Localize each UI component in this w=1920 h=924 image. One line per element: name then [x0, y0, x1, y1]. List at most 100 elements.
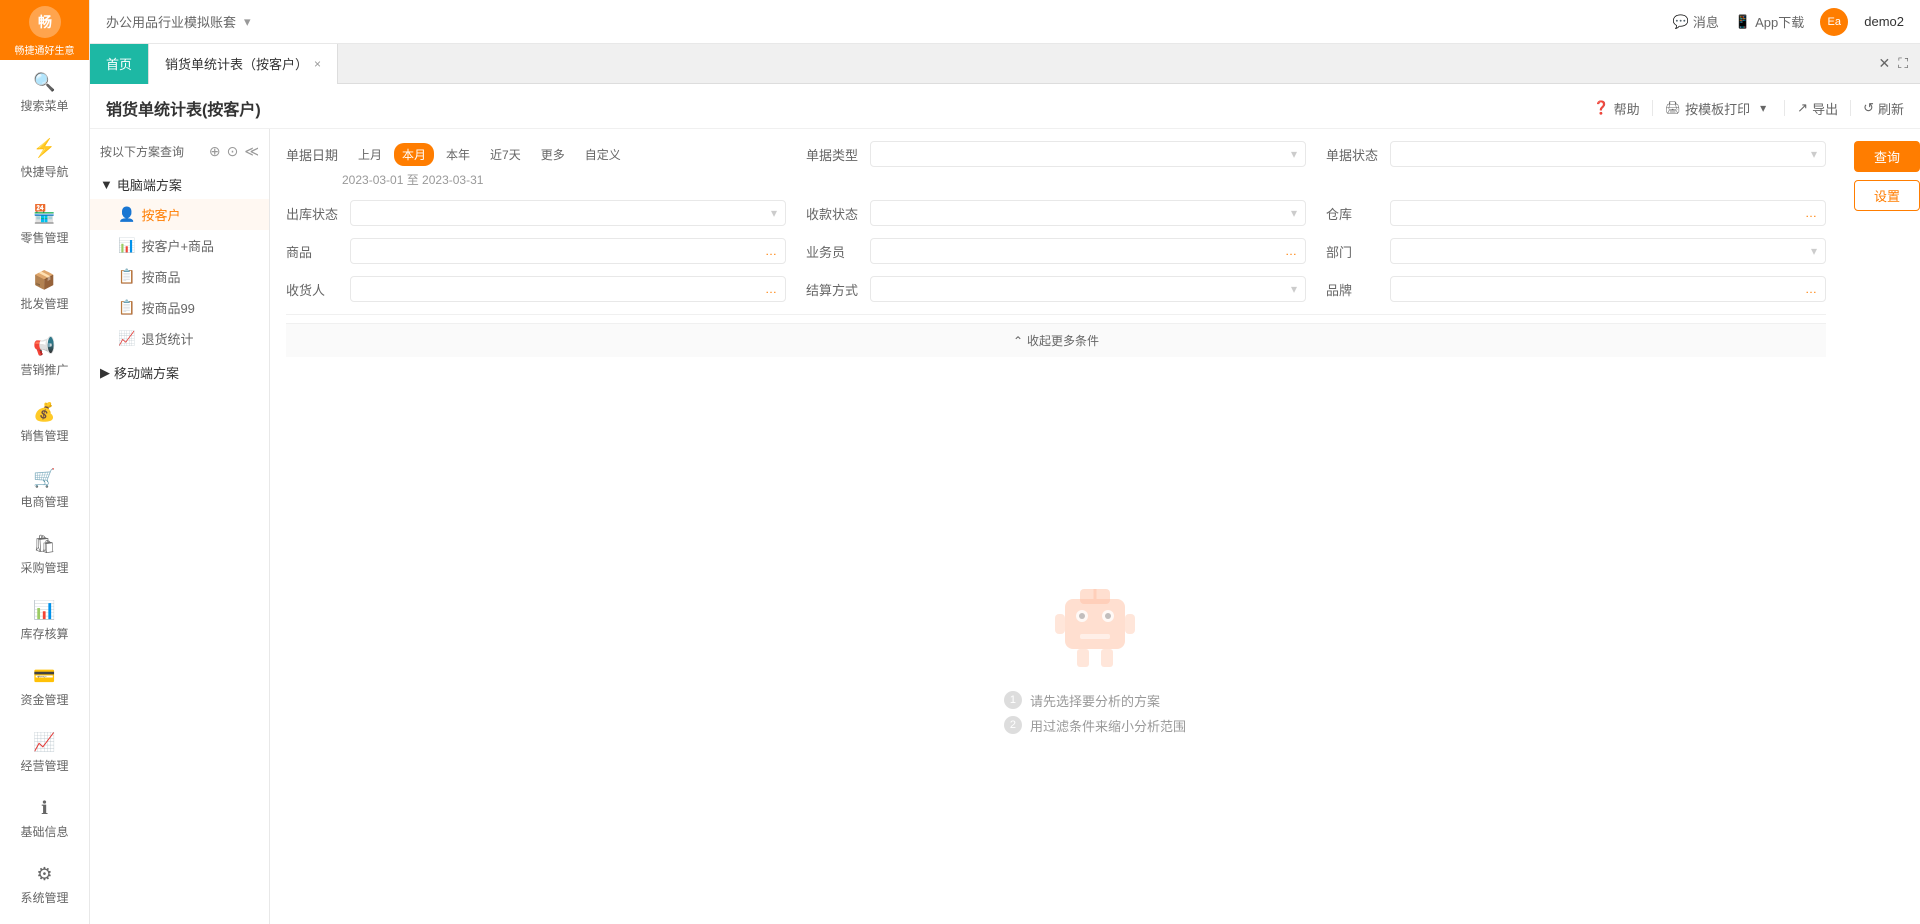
- scheme-group-desktop-label: 电脑端方案: [117, 175, 182, 194]
- goods-control[interactable]: …: [350, 238, 786, 264]
- payment-control[interactable]: ▾: [870, 276, 1306, 302]
- sidebar-item-3[interactable]: 📦 批发管理: [20, 258, 68, 324]
- sidebar-item-8[interactable]: 📊库存核算: [20, 588, 68, 654]
- sidebar-item-icon-11: ℹ: [41, 798, 48, 819]
- salesperson-control[interactable]: …: [870, 238, 1306, 264]
- tip-text-2: 用过滤条件来缩小分析范围: [1030, 716, 1186, 735]
- department-control[interactable]: ▾: [1390, 238, 1826, 264]
- window-close-icon[interactable]: ✕: [1878, 55, 1890, 72]
- tab-active[interactable]: 销货单统计表（按客户） ×: [149, 44, 338, 84]
- last-month-btn[interactable]: 上月: [350, 143, 390, 166]
- empty-robot-icon: [1035, 559, 1155, 679]
- filter-item-warehouse: 仓库 …: [1326, 200, 1826, 226]
- sidebar-item-7[interactable]: 🛍采购管理: [20, 522, 68, 588]
- date-label: 单据日期: [286, 145, 342, 164]
- window-maximize-icon[interactable]: ⛶: [1898, 55, 1908, 72]
- order-type-control[interactable]: ▾: [870, 141, 1306, 167]
- sidebar-item-label-3: 批发管理: [20, 295, 68, 312]
- sidebar-item-2[interactable]: 🏪 零售管理: [20, 192, 68, 258]
- scheme-item-goods99[interactable]: 📋 按商品99: [90, 292, 269, 323]
- sidebar-item-icon-5: 💰: [33, 402, 55, 423]
- warehouse-control[interactable]: …: [1390, 200, 1826, 226]
- sidebar-item-icon-1: ⚡: [33, 138, 55, 159]
- sidebar-item-icon-6: 🛒: [33, 468, 55, 489]
- avatar[interactable]: Ea: [1820, 8, 1848, 36]
- sidebar-item-5[interactable]: 💰销售管理: [20, 390, 68, 456]
- sidebar-item-icon-12: ⚙: [36, 864, 52, 885]
- filter-item-collection: 收款状态 ▾: [806, 200, 1306, 226]
- tab-home[interactable]: 首页: [90, 44, 149, 84]
- collection-control[interactable]: ▾: [870, 200, 1306, 226]
- scheme-edit-icon[interactable]: ⊙: [227, 143, 239, 160]
- filter-item-goods: 商品 …: [286, 238, 786, 264]
- print-label: 按模板打印: [1685, 99, 1750, 118]
- custom-btn[interactable]: 自定义: [577, 143, 629, 166]
- sidebar-item-12[interactable]: ⚙系统管理: [20, 852, 68, 918]
- out-status-arrow: ▾: [771, 206, 777, 220]
- settings-button[interactable]: 设置: [1854, 180, 1920, 211]
- scheme-item-return[interactable]: 📈 退货统计: [90, 323, 269, 354]
- collapse-bar[interactable]: ⌃ 收起更多条件: [286, 323, 1826, 357]
- sidebar-item-11[interactable]: ℹ 基础信息: [20, 786, 68, 852]
- svg-text:畅: 畅: [38, 14, 52, 30]
- sidebar-item-10[interactable]: 📈经营管理: [20, 720, 68, 786]
- brand-control[interactable]: …: [1390, 276, 1826, 302]
- filter-item-receiver: 收货人 …: [286, 276, 786, 302]
- sidebar-item-4[interactable]: 📢营销推广: [20, 324, 68, 390]
- print-button[interactable]: 🖨 按模板打印 ▾: [1665, 97, 1773, 119]
- message-button[interactable]: 💬 消息: [1673, 12, 1719, 31]
- this-month-btn[interactable]: 本月: [394, 143, 434, 166]
- date-range-text: 2023-03-01 至 2023-03-31: [342, 171, 483, 188]
- filter-container: 单据日期 上月 本月 本年 近7天 更多 自定义: [286, 141, 1826, 315]
- buttons-section: 查询 设置: [1842, 129, 1920, 211]
- scheme-item-goods[interactable]: 📋 按商品: [90, 261, 269, 292]
- salesperson-label: 业务员: [806, 242, 862, 261]
- print-arrow-icon[interactable]: ▾: [1754, 97, 1772, 119]
- filter-item-department: 部门 ▾: [1326, 238, 1826, 264]
- order-status-arrow: ▾: [1811, 147, 1817, 161]
- sidebar-item-1[interactable]: ⚡快捷导航: [20, 126, 68, 192]
- sidebar-item-0[interactable]: 🔍搜索菜单: [20, 60, 68, 126]
- scheme-mobile-expand-icon: ▶: [100, 365, 110, 381]
- scheme-item-customer[interactable]: 👤 按客户: [90, 199, 269, 230]
- this-year-btn[interactable]: 本年: [438, 143, 478, 166]
- scheme-group-desktop-header[interactable]: ▼ 电脑端方案: [90, 170, 269, 199]
- filter-item-date: 单据日期 上月 本月 本年 近7天 更多 自定义: [286, 143, 786, 166]
- last7-btn[interactable]: 近7天: [482, 143, 529, 166]
- scheme-collapse-icon[interactable]: ≪: [244, 143, 259, 160]
- receiver-more: …: [765, 282, 777, 296]
- sidebar-item-label-2: 零售管理: [20, 229, 68, 246]
- scheme-item-customer-goods[interactable]: 📊 按客户+商品: [90, 230, 269, 261]
- app-download-button[interactable]: 📱 App下载: [1735, 12, 1804, 31]
- sidebar-item-6[interactable]: 🛒电商管理: [20, 456, 68, 522]
- help-label: 帮助: [1614, 99, 1640, 118]
- order-status-control[interactable]: ▾: [1390, 141, 1826, 167]
- refresh-button[interactable]: ↺ 刷新: [1863, 99, 1904, 118]
- sidebar-item-icon-2: 🏪: [33, 204, 55, 225]
- collection-label: 收款状态: [806, 204, 862, 223]
- industry-dropdown-icon[interactable]: ▾: [244, 14, 251, 30]
- more-btn[interactable]: 更多: [533, 143, 573, 166]
- sidebar-item-icon-3: 📦: [33, 270, 55, 291]
- content-area: 按以下方案查询 ⊕ ⊙ ≪ ▼ 电脑端方案 👤: [90, 129, 1920, 924]
- receiver-control[interactable]: …: [350, 276, 786, 302]
- sidebar-item-9[interactable]: 💳资金管理: [20, 654, 68, 720]
- filter-and-buttons: 单据日期 上月 本月 本年 近7天 更多 自定义: [270, 129, 1920, 369]
- tab-close-icon[interactable]: ×: [314, 57, 321, 71]
- scheme-group-mobile-header[interactable]: ▶ 移动端方案: [90, 358, 269, 387]
- divider-1: [1652, 100, 1653, 116]
- brand-more: …: [1805, 282, 1817, 296]
- sidebar-item-label-11: 基础信息: [20, 823, 68, 840]
- scheme-add-icon[interactable]: ⊕: [209, 143, 221, 160]
- tip-num-2: 2: [1004, 716, 1022, 734]
- help-button[interactable]: ❓ 帮助: [1593, 99, 1639, 118]
- export-icon: ↗: [1797, 100, 1808, 116]
- username-label: demo2: [1864, 14, 1904, 29]
- sidebar-item-13[interactable]: 🤝企业协同: [20, 918, 68, 924]
- query-button[interactable]: 查询: [1854, 141, 1920, 172]
- export-label: 导出: [1812, 99, 1838, 118]
- out-status-control[interactable]: ▾: [350, 200, 786, 226]
- export-button[interactable]: ↗ 导出: [1797, 99, 1838, 118]
- page-inner: 销货单统计表(按客户) ❓ 帮助 🖨 按模板打印 ▾ ↗: [90, 84, 1920, 924]
- scheme-group-mobile-label: 移动端方案: [114, 363, 179, 382]
